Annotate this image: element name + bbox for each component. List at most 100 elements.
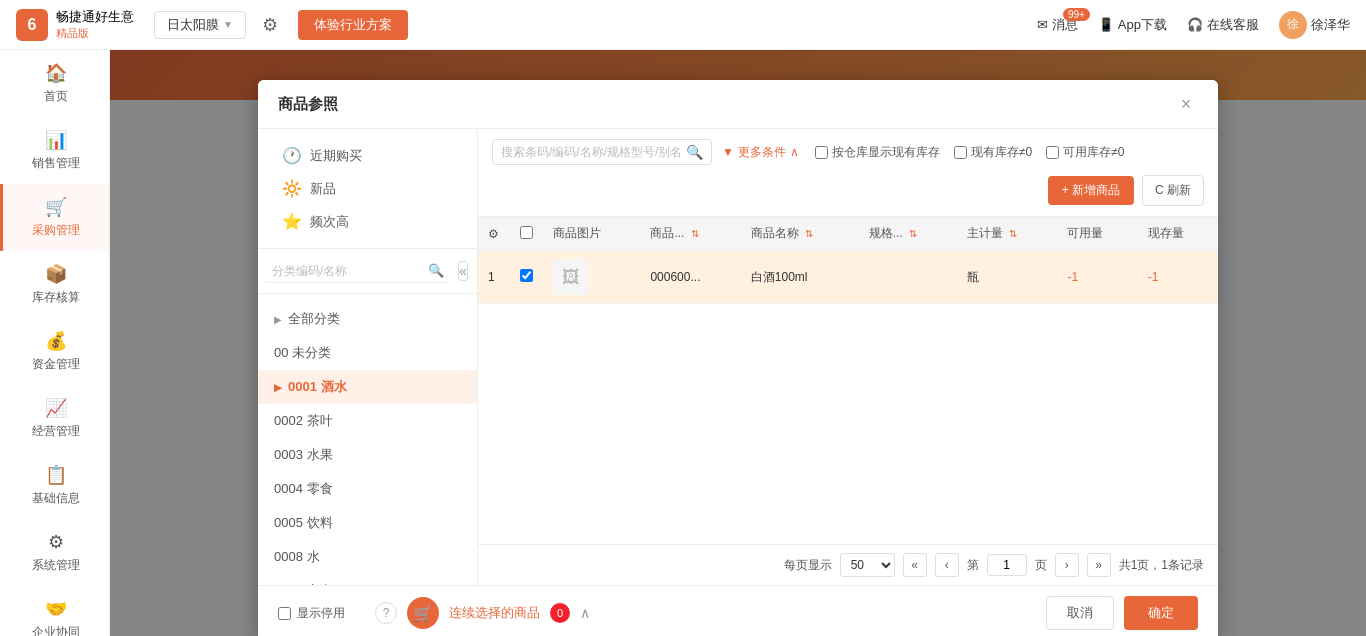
check-available-not-zero[interactable]: 现有库存≠0: [954, 144, 1032, 161]
category-0005[interactable]: 0005 饮料: [258, 506, 477, 540]
product-search-icon[interactable]: 🔍: [686, 144, 703, 160]
category-search-icon[interactable]: 🔍: [428, 263, 444, 278]
logo: 6 畅捷通好生意 精品版: [16, 8, 134, 41]
category-0005-label: 0005 饮料: [274, 514, 333, 532]
category-0003[interactable]: 0003 水果: [258, 438, 477, 472]
all-arrow: ▶: [274, 314, 282, 325]
th-unit[interactable]: 主计量 ⇅: [957, 217, 1058, 251]
selected-products-text: 连续选择的商品: [449, 604, 540, 622]
col-spec-sort: ⇅: [909, 228, 917, 239]
row-stock: -1: [1138, 251, 1218, 304]
message-badge: 99+: [1063, 8, 1090, 21]
store-name: 日太阳膜: [167, 16, 219, 34]
sidebar-item-finance[interactable]: 💰 资金管理: [0, 318, 109, 385]
refresh-btn[interactable]: C 刷新: [1142, 175, 1204, 206]
store-selector[interactable]: 日太阳膜 ▼: [154, 11, 246, 39]
frequent-label: 频次高: [310, 213, 349, 231]
check-usable-label: 可用库存≠0: [1063, 144, 1124, 161]
operations-icon: 📈: [45, 397, 67, 419]
warehouse-checkbox[interactable]: [815, 146, 828, 159]
table-row[interactable]: 1 🖼 000600... 白酒100ml: [478, 251, 1218, 304]
logo-sub: 精品版: [56, 26, 134, 41]
add-product-btn[interactable]: + 新增商品: [1048, 176, 1134, 205]
last-page-btn[interactable]: »: [1087, 553, 1111, 577]
sidebar-item-basic[interactable]: 📋 基础信息: [0, 452, 109, 519]
sidebar-label-purchase: 采购管理: [32, 222, 80, 239]
home-icon: 🏠: [45, 62, 67, 84]
product-search-input[interactable]: [501, 145, 686, 159]
filter-more-btn[interactable]: ▼ 更多条件 ∧: [722, 144, 799, 161]
sidebar-item-home[interactable]: 🏠 首页: [0, 50, 109, 117]
cart-btn[interactable]: 🛒: [407, 597, 439, 629]
message-btn[interactable]: ✉ 消息 99+: [1037, 16, 1078, 34]
th-image: 商品图片: [543, 217, 640, 251]
column-settings-icon[interactable]: ⚙: [488, 227, 499, 241]
category-0004[interactable]: 0004 零食: [258, 472, 477, 506]
category-0010[interactable]: 0010 家电: [258, 574, 477, 585]
product-search-wrap: 🔍: [492, 139, 712, 165]
page-size-label: 每页显示: [784, 557, 832, 574]
category-0002[interactable]: 0002 茶叶: [258, 404, 477, 438]
selected-count-badge: 0: [550, 603, 570, 623]
check-by-warehouse[interactable]: 按仓库显示现有库存: [815, 144, 940, 161]
th-check: [510, 217, 543, 251]
th-code[interactable]: 商品... ⇅: [640, 217, 740, 251]
product-table-wrap: ⚙ 商品图片 商品... ⇅: [478, 217, 1218, 544]
confirm-btn[interactable]: 确定: [1124, 596, 1198, 630]
category-00[interactable]: 00 未分类: [258, 336, 477, 370]
purchase-icon: 🛒: [45, 196, 67, 218]
th-spec[interactable]: 规格... ⇅: [859, 217, 957, 251]
product-table: ⚙ 商品图片 商品... ⇅: [478, 217, 1218, 304]
app-download-btn[interactable]: 📱 App下载: [1098, 16, 1167, 34]
sidebar-item-enterprise[interactable]: 🤝 企业协同: [0, 586, 109, 636]
available-not-zero-checkbox[interactable]: [954, 146, 967, 159]
category-0008[interactable]: 0008 水: [258, 540, 477, 574]
sidebar-item-inventory[interactable]: 📦 库存核算: [0, 251, 109, 318]
show-disabled-label[interactable]: 显示停用: [278, 605, 345, 622]
col-code-label: 商品...: [650, 226, 684, 240]
sidebar-item-system[interactable]: ⚙ 系统管理: [0, 519, 109, 586]
page-size-select[interactable]: 50 100 200: [840, 553, 895, 577]
experience-btn[interactable]: 体验行业方案: [298, 10, 408, 40]
sidebar-label-system: 系统管理: [32, 557, 80, 574]
cancel-btn[interactable]: 取消: [1046, 596, 1114, 630]
quick-access-recent[interactable]: 🕐 近期购买: [270, 139, 465, 172]
sidebar-item-operations[interactable]: 📈 经营管理: [0, 385, 109, 452]
recent-icon: 🕐: [282, 146, 302, 165]
select-all-checkbox[interactable]: [520, 226, 533, 239]
th-settings[interactable]: ⚙: [478, 217, 510, 251]
next-page-btn[interactable]: ›: [1055, 553, 1079, 577]
quick-access-new[interactable]: 🔆 新品: [270, 172, 465, 205]
filter-checkboxes: 按仓库显示现有库存 现有库存≠0 可用库存≠0: [815, 144, 1125, 161]
prev-page-btn[interactable]: ‹: [935, 553, 959, 577]
category-search-input[interactable]: [272, 264, 422, 278]
category-0008-label: 0008 水: [274, 548, 320, 566]
row-checkbox[interactable]: [520, 269, 533, 282]
enterprise-icon: 🤝: [45, 598, 67, 620]
first-page-btn[interactable]: «: [903, 553, 927, 577]
settings-icon[interactable]: ⚙: [254, 9, 286, 41]
product-modal: 商品参照 × 🕐 近期购买 🔆 新品: [258, 80, 1218, 636]
th-name[interactable]: 商品名称 ⇅: [741, 217, 859, 251]
collapse-left-btn[interactable]: «: [458, 261, 468, 281]
modal-left-panel: 🕐 近期购买 🔆 新品 ⭐ 频次高: [258, 129, 478, 585]
quick-access-frequent[interactable]: ⭐ 频次高: [270, 205, 465, 238]
category-0001[interactable]: ▶ 0001 酒水: [258, 370, 477, 404]
help-icon[interactable]: ?: [375, 602, 397, 624]
row-checkbox-cell[interactable]: [510, 251, 543, 304]
user-name: 徐泽华: [1311, 16, 1350, 34]
total-info: 共1页，1条记录: [1119, 557, 1204, 574]
user-profile[interactable]: 徐 徐泽华: [1279, 11, 1350, 39]
page-input[interactable]: [987, 554, 1027, 576]
usable-not-zero-checkbox[interactable]: [1046, 146, 1059, 159]
modal-close-btn[interactable]: ×: [1174, 92, 1198, 116]
headset-icon: 🎧: [1187, 17, 1203, 32]
category-all[interactable]: ▶ 全部分类: [258, 302, 477, 336]
online-service-btn[interactable]: 🎧 在线客服: [1187, 16, 1259, 34]
show-disabled-checkbox[interactable]: [278, 607, 291, 620]
sidebar-item-purchase[interactable]: 🛒 采购管理: [0, 184, 109, 251]
sidebar-item-sales[interactable]: 📊 销售管理: [0, 117, 109, 184]
new-label: 新品: [310, 180, 336, 198]
check-usable-not-zero[interactable]: 可用库存≠0: [1046, 144, 1124, 161]
collapse-footer-btn[interactable]: ∧: [580, 605, 590, 621]
